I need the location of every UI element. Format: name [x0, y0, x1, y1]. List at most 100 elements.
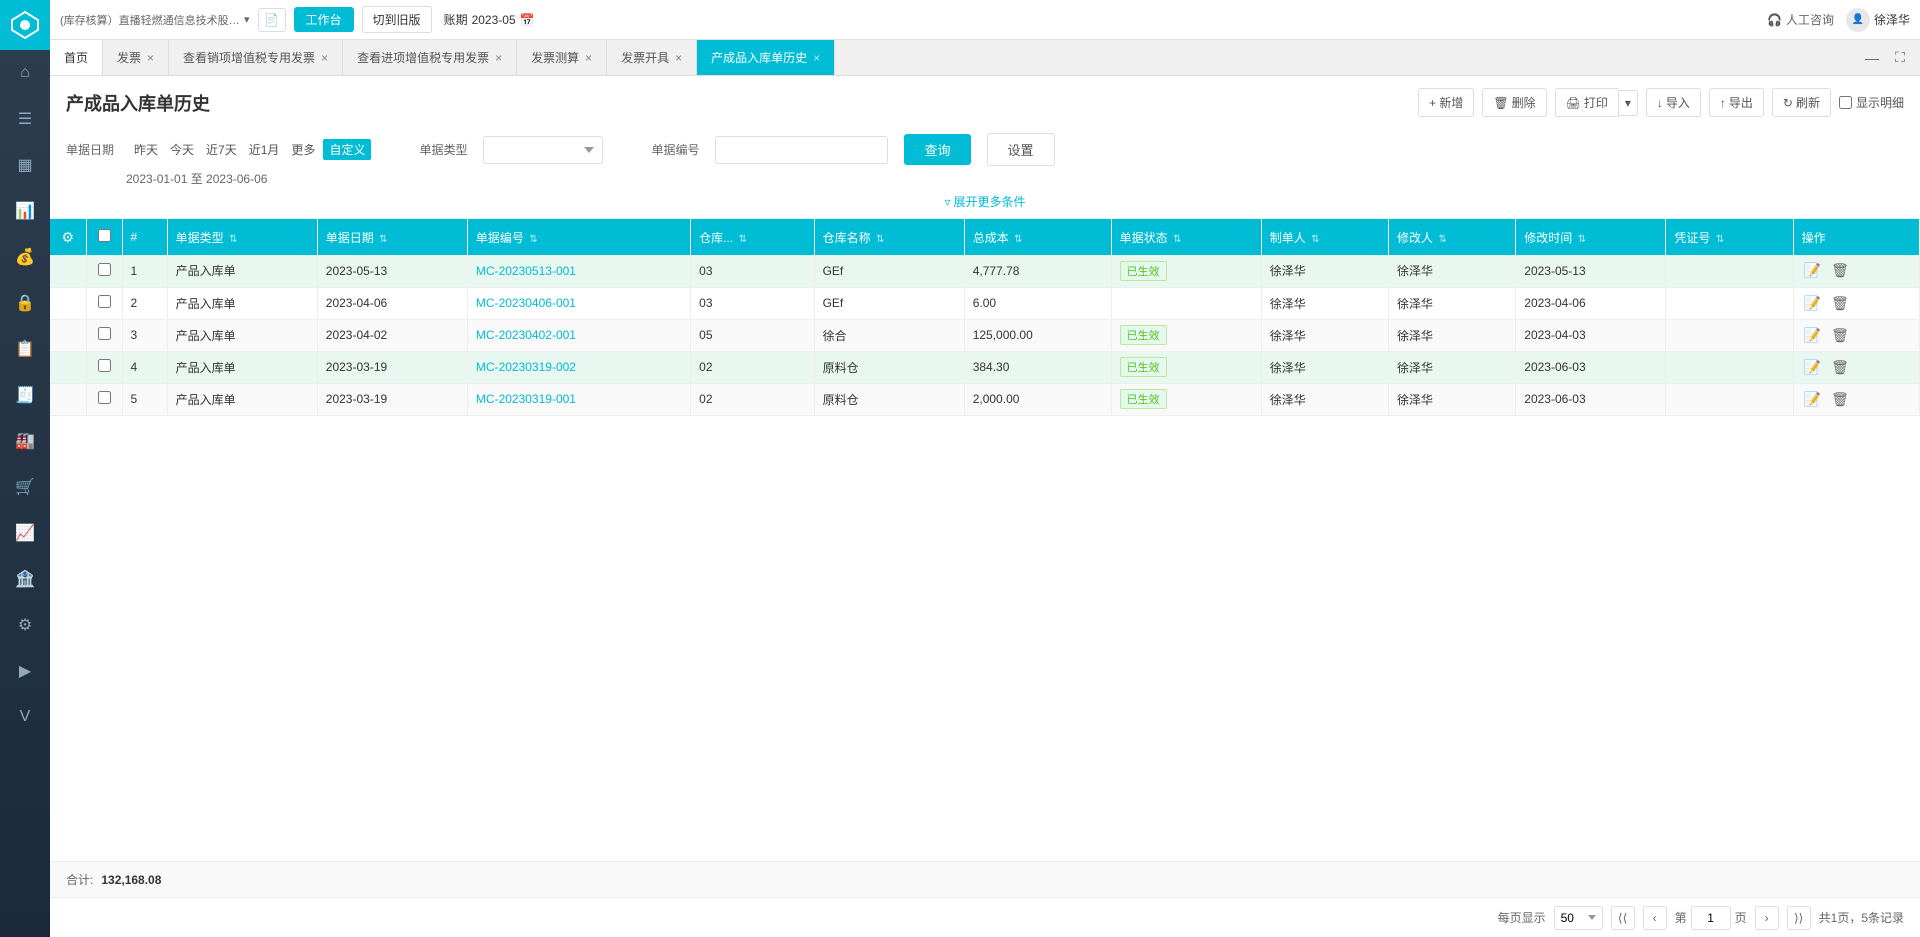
calendar-icon[interactable]: 📅 [520, 13, 535, 27]
sidebar-item-warehouse[interactable]: 🏭 [0, 418, 50, 464]
row-select-4[interactable] [98, 391, 111, 404]
row-checkbox-1[interactable] [86, 287, 122, 319]
sidebar-item-purchase[interactable]: 🛒 [0, 464, 50, 510]
col-number[interactable]: 单据编号 ⇅ [467, 219, 690, 255]
row-number-3[interactable]: MC-20230319-002 [467, 351, 690, 383]
row-select-3[interactable] [98, 359, 111, 372]
row-checkbox-0[interactable] [86, 255, 122, 287]
sidebar-item-voucher[interactable]: 🧾 [0, 372, 50, 418]
row-delete-button-4[interactable]: 🗑 [1829, 389, 1851, 410]
sidebar-item-version[interactable]: V [0, 694, 50, 740]
tab-sales-vat-close[interactable]: × [321, 51, 328, 65]
query-button[interactable]: 查询 [904, 134, 970, 165]
row-select-1[interactable] [98, 295, 111, 308]
new-button[interactable]: + 新增 [1418, 88, 1474, 117]
workspace-button[interactable]: 工作台 [294, 7, 354, 32]
tab-product-history[interactable]: 产成品入库单历史 × [697, 40, 835, 76]
tab-minimize-button[interactable]: — [1860, 46, 1884, 70]
sidebar-item-video[interactable]: ▶ [0, 648, 50, 694]
shortcut-today[interactable]: 今天 [166, 139, 198, 160]
sidebar-item-report[interactable]: 📈 [0, 510, 50, 556]
doc-button[interactable]: 📄 [258, 8, 286, 32]
row-number-2[interactable]: MC-20230402-001 [467, 319, 690, 351]
shortcut-yesterday[interactable]: 昨天 [130, 139, 162, 160]
row-delete-button-0[interactable]: 🗑 [1829, 260, 1851, 281]
row-edit-button-0[interactable]: 📝 [1802, 260, 1823, 281]
select-all-checkbox[interactable] [98, 229, 111, 242]
row-number-link-3[interactable]: MC-20230319-002 [476, 360, 576, 374]
row-number-1[interactable]: MC-20230406-001 [467, 287, 690, 319]
company-selector[interactable]: (库存核算）直播轻燃通信息技术股份... ▾ [60, 12, 250, 28]
shortcut-1month[interactable]: 近1月 [245, 139, 284, 160]
row-select-2[interactable] [98, 327, 111, 340]
print-button[interactable]: 🖨 打印 [1555, 88, 1618, 117]
row-select-0[interactable] [98, 263, 111, 276]
tab-invoice[interactable]: 发票 × [103, 40, 169, 76]
col-creator[interactable]: 制单人 ⇅ [1261, 219, 1388, 255]
per-page-select[interactable]: 20 50 100 200 [1554, 906, 1603, 930]
tab-invoice-issue-close[interactable]: × [675, 51, 682, 65]
sidebar-item-book[interactable]: 📋 [0, 326, 50, 372]
sidebar-item-finance[interactable]: 💰 [0, 234, 50, 280]
user-menu[interactable]: 👤 徐泽华 [1846, 8, 1910, 32]
export-button[interactable]: ↑ 导出 [1709, 88, 1764, 117]
col-status[interactable]: 单据状态 ⇅ [1111, 219, 1261, 255]
tab-maximize-button[interactable]: ⛶ [1888, 46, 1912, 70]
row-number-4[interactable]: MC-20230319-001 [467, 383, 690, 415]
row-checkbox-2[interactable] [86, 319, 122, 351]
type-filter-select[interactable]: 全部 产品入库单 [483, 136, 603, 164]
page-next-button[interactable]: › [1755, 906, 1779, 930]
row-checkbox-4[interactable] [86, 383, 122, 415]
row-number-link-2[interactable]: MC-20230402-001 [476, 328, 576, 342]
col-date[interactable]: 单据日期 ⇅ [317, 219, 467, 255]
shortcut-more[interactable]: 更多 [287, 139, 319, 160]
show-detail-toggle[interactable]: 显示明细 [1839, 94, 1904, 111]
number-filter-input[interactable] [715, 136, 888, 164]
switch-version-button[interactable]: 切到旧版 [362, 6, 432, 33]
print-dropdown-button[interactable]: ▾ [1618, 90, 1638, 116]
tab-purchase-vat-close[interactable]: × [495, 51, 502, 65]
col-warehouse-name[interactable]: 仓库名称 ⇅ [814, 219, 964, 255]
sidebar-item-settings[interactable]: ▦ [0, 142, 50, 188]
row-number-link-1[interactable]: MC-20230406-001 [476, 296, 576, 310]
col-modify-time[interactable]: 修改时间 ⇅ [1516, 219, 1666, 255]
tab-purchase-vat[interactable]: 查看进项增值税专用发票 × [343, 40, 517, 76]
row-number-link-0[interactable]: MC-20230513-001 [476, 264, 576, 278]
shortcut-7days[interactable]: 近7天 [202, 139, 241, 160]
sidebar-item-lock[interactable]: 🔒 [0, 280, 50, 326]
row-edit-button-3[interactable]: 📝 [1802, 357, 1823, 378]
sidebar-item-home[interactable]: ⌂ [0, 50, 50, 96]
row-delete-button-1[interactable]: 🗑 [1829, 293, 1851, 314]
tab-invoice-close[interactable]: × [147, 51, 154, 65]
col-warehouse-code[interactable]: 仓库... ⇅ [691, 219, 814, 255]
row-number-0[interactable]: MC-20230513-001 [467, 255, 690, 287]
tab-invoice-calc[interactable]: 发票测算 × [517, 40, 607, 76]
tab-home[interactable]: 首页 [50, 40, 103, 76]
sidebar-item-asset[interactable]: 🏦 [0, 556, 50, 602]
page-number-input[interactable] [1691, 906, 1731, 930]
row-checkbox-3[interactable] [86, 351, 122, 383]
settings-button[interactable]: 设置 [987, 133, 1055, 166]
tab-invoice-calc-close[interactable]: × [585, 51, 592, 65]
shortcut-custom[interactable]: 自定义 [323, 139, 371, 160]
show-detail-checkbox[interactable] [1839, 96, 1852, 109]
sidebar-item-gear[interactable]: ⚙ [0, 602, 50, 648]
row-edit-button-4[interactable]: 📝 [1802, 389, 1823, 410]
page-prev-button[interactable]: ‹ [1643, 906, 1667, 930]
col-total-cost[interactable]: 总成本 ⇅ [964, 219, 1111, 255]
page-first-button[interactable]: ⟨⟨ [1611, 906, 1635, 930]
row-delete-button-3[interactable]: 🗑 [1829, 357, 1851, 378]
col-settings[interactable]: ⚙ [50, 219, 86, 255]
delete-button[interactable]: 🗑 删除 [1482, 88, 1546, 117]
col-type[interactable]: 单据类型 ⇅ [167, 219, 317, 255]
tab-invoice-issue[interactable]: 发票开具 × [607, 40, 697, 76]
expand-button[interactable]: ▿ 展开更多条件 [944, 193, 1025, 210]
import-button[interactable]: ↓ 导入 [1646, 88, 1701, 117]
tab-sales-vat[interactable]: 查看销项增值税专用发票 × [169, 40, 343, 76]
refresh-button[interactable]: ↻ 刷新 [1772, 88, 1831, 117]
row-edit-button-1[interactable]: 📝 [1802, 293, 1823, 314]
page-last-button[interactable]: ⟩⟩ [1787, 906, 1811, 930]
col-voucher[interactable]: 凭证号 ⇅ [1666, 219, 1793, 255]
row-number-link-4[interactable]: MC-20230319-001 [476, 392, 576, 406]
row-edit-button-2[interactable]: 📝 [1802, 325, 1823, 346]
